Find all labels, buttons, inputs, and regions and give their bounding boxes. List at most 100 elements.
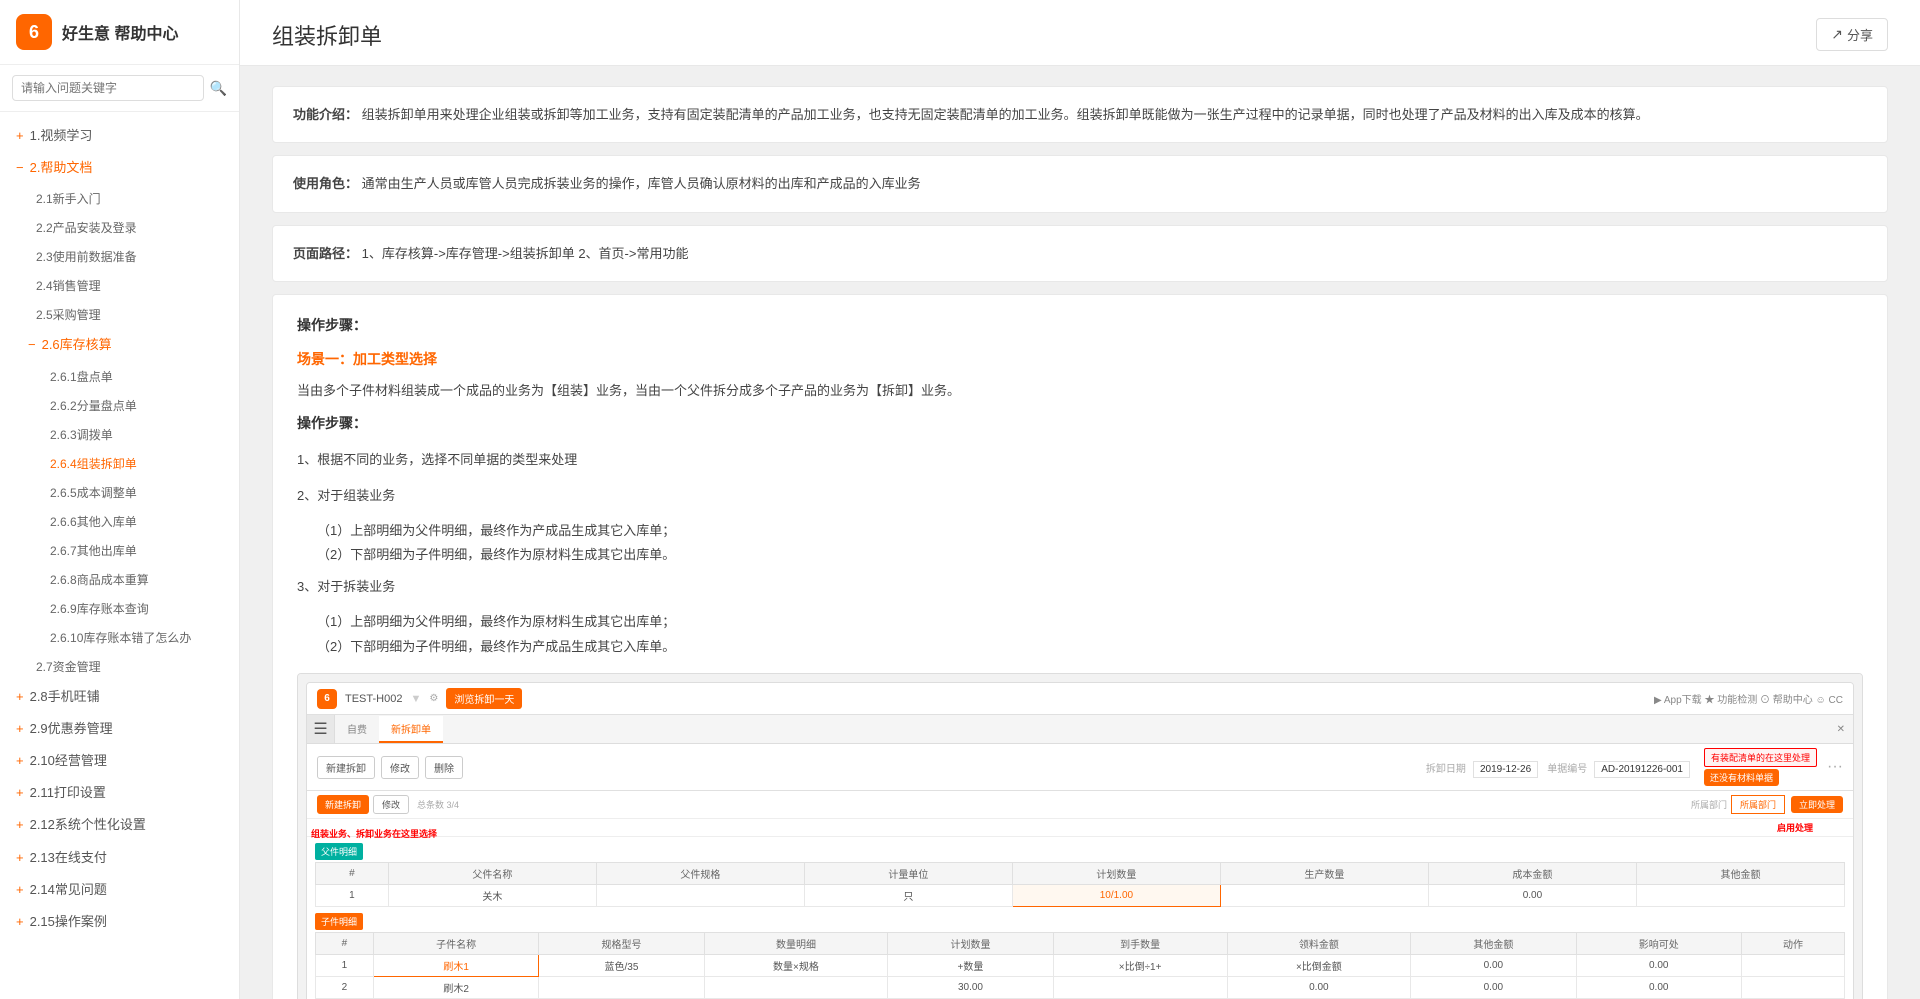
app-logo-icon: 6	[16, 14, 52, 50]
lower-table-label: 子件明细	[315, 913, 363, 930]
mini-tab-zifei[interactable]: 自费	[335, 716, 379, 743]
search-input[interactable]	[12, 75, 204, 101]
date-label: 拆卸日期	[1426, 764, 1466, 775]
sidebar-item-online-pay[interactable]: + 2.13在线支付	[0, 842, 239, 874]
sidebar-item-cases[interactable]: + 2.15操作案例	[0, 906, 239, 938]
lower-r2-name: 刷木2	[373, 977, 538, 999]
annotation1-btn[interactable]: 还没有材料单据	[1704, 769, 1779, 786]
upper-cell-other	[1636, 885, 1844, 907]
path-block: 页面路径： 1、库存核算->库存管理->组装拆卸单 2、首页->常用功能	[272, 225, 1888, 282]
lower-th-8: 影响可处	[1576, 933, 1741, 955]
lower-table-wrap: # 子件名称 规格型号 数量明细 计划数量 到手数量 领料金额 其他金额 影响可	[307, 932, 1853, 999]
screenshot-container: 6 TEST-H002 ▼ ⚙ 浏览拆卸一天 ▶ App下载 ★ 功能检测 ⊙ …	[297, 673, 1863, 999]
upper-cell-spec	[596, 885, 804, 907]
sidebar-item-new[interactable]: 2.1新手入门	[0, 184, 239, 213]
num-label: 单据编号	[1547, 764, 1587, 775]
sidebar-item-goods-cost[interactable]: 2.6.8商品成本重算	[0, 565, 239, 594]
mini-count-val: 3/4	[447, 800, 460, 810]
sidebar-item-other-out[interactable]: 2.6.7其他出库单	[0, 536, 239, 565]
sidebar-item-adjust[interactable]: 2.6.3调拨单	[0, 420, 239, 449]
dept-val: 所属部门	[1731, 795, 1785, 814]
sidebar-item-purchase[interactable]: 2.5采购管理	[0, 300, 239, 329]
action-btn[interactable]: 立即处理	[1791, 796, 1843, 813]
lower-th-7: 其他金额	[1411, 933, 1576, 955]
sidebar-item-docs[interactable]: − 2.帮助文档	[0, 152, 239, 184]
mini-new-btn[interactable]: 新建拆卸	[317, 756, 375, 779]
sidebar-item-partial[interactable]: 2.6.2分量盘点单	[0, 391, 239, 420]
sidebar-item-assembly[interactable]: 2.6.4组装拆卸单	[0, 449, 239, 478]
sidebar-item-label: 2.6库存核算	[42, 336, 112, 354]
mini-type-btns: 新建拆卸 修改	[317, 795, 409, 814]
mini-type-assemble[interactable]: 新建拆卸	[317, 795, 369, 814]
sidebar-item-sales[interactable]: 2.4销售管理	[0, 271, 239, 300]
search-box[interactable]: 🔍	[0, 65, 239, 112]
mini-close-icon[interactable]: ✕	[1829, 724, 1853, 735]
sidebar-item-label: 2.13在线支付	[30, 849, 107, 867]
upper-cell-num: 1	[316, 885, 389, 907]
mini-sidebar-icon[interactable]: ☰	[307, 715, 335, 743]
ops-title: 操作步骤：	[297, 315, 1863, 335]
content-area: 功能介绍： 组装拆卸单用来处理企业组装或拆卸等加工业务，支持有固定装配清单的产品…	[240, 66, 1920, 999]
sidebar-item-data[interactable]: 2.3使用前数据准备	[0, 242, 239, 271]
annotation1-bubble: 有装配清单的在这里处理 还没有材料单据	[1704, 748, 1817, 786]
expand-icon: +	[16, 881, 24, 899]
lower-r2-cost: 0.00	[1227, 977, 1411, 999]
ops-steps-title: 操作步骤：	[297, 413, 1863, 433]
upper-cell-plan: 10/1.00	[1012, 885, 1220, 907]
lower-th-3: 数量明细	[704, 933, 888, 955]
sidebar-item-mobile[interactable]: + 2.8手机旺铺	[0, 681, 239, 713]
sidebar-item-video[interactable]: + 1.视频学习	[0, 120, 239, 152]
sidebar-item-label: 1.视频学习	[30, 127, 93, 145]
mini-browse-btn[interactable]: 浏览拆卸一天	[446, 688, 522, 709]
func-intro-block: 功能介绍： 组装拆卸单用来处理企业组装或拆卸等加工业务，支持有固定装配清单的产品…	[272, 86, 1888, 143]
role-text: 通常由生产人员或库管人员完成拆装业务的操作，库管人员确认原材料的出库和产成品的入…	[362, 176, 921, 191]
sidebar-item-other-in[interactable]: 2.6.6其他入库单	[0, 507, 239, 536]
lower-r1-spec: 蓝色/35	[539, 955, 704, 977]
share-icon: ↗	[1831, 26, 1843, 43]
sidebar-item-stock-error[interactable]: 2.6.10库存账本错了怎么办	[0, 623, 239, 652]
sidebar-item-custom[interactable]: + 2.12系统个性化设置	[0, 809, 239, 841]
mini-delete-btn[interactable]: 删除	[425, 756, 463, 779]
lower-th-6: 领料金额	[1227, 933, 1411, 955]
sidebar-item-label: 2.8手机旺铺	[30, 688, 100, 706]
sidebar-item-label: 2.11打印设置	[30, 784, 106, 802]
lower-table: # 子件名称 规格型号 数量明细 计划数量 到手数量 领料金额 其他金额 影响可	[315, 932, 1845, 999]
sidebar-item-stocktake[interactable]: 2.6.1盘点单	[0, 362, 239, 391]
sidebar-item-cost[interactable]: 2.6.5成本调整单	[0, 478, 239, 507]
upper-th-6: 成本金额	[1428, 863, 1636, 885]
main-content: 组装拆卸单 ↗ 分享 功能介绍： 组装拆卸单用来处理企业组装或拆卸等加工业务，支…	[240, 0, 1920, 999]
lower-r2-plan: 30.00	[888, 977, 1053, 999]
collapse-icon: −	[16, 159, 24, 177]
lower-r1-action	[1741, 955, 1844, 977]
search-button[interactable]: 🔍	[210, 80, 227, 97]
sidebar-item-coupon[interactable]: + 2.9优惠券管理	[0, 713, 239, 745]
lower-r1-name: 刷木1	[373, 955, 538, 977]
lower-r1-plan: +数量	[888, 955, 1053, 977]
mini-count-label: 总条数 3/4	[417, 798, 459, 811]
scenario1-title: 场景一：加工类型选择	[297, 349, 1863, 369]
scenario1-desc: 当由多个子件材料组装成一个成品的业务为【组装】业务，当由一个父件拆分成多个子产品…	[297, 379, 1863, 402]
sidebar-item-operation[interactable]: + 2.10经营管理	[0, 745, 239, 777]
sidebar-item-finance[interactable]: 2.7资金管理	[0, 652, 239, 681]
expand-icon: +	[16, 127, 24, 145]
sidebar-item-install[interactable]: 2.2产品安装及登录	[0, 213, 239, 242]
mini-topbar-links: ▶ App下载 ★ 功能检测 ⊙ 帮助中心 ☺ CC	[1654, 691, 1843, 706]
upper-cell-unit: 只	[804, 885, 1012, 907]
path-text: 1、库存核算->库存管理->组装拆卸单 2、首页->常用功能	[362, 246, 689, 261]
mini-tab-new[interactable]: 新拆卸单	[379, 716, 443, 743]
sidebar-item-stock-check[interactable]: 2.6.9库存账本查询	[0, 594, 239, 623]
sidebar-item-faq[interactable]: + 2.14常见问题	[0, 874, 239, 906]
mini-type-disassemble[interactable]: 修改	[373, 795, 409, 814]
lower-th-4: 计划数量	[888, 933, 1053, 955]
main-header: 组装拆卸单 ↗ 分享	[240, 0, 1920, 66]
upper-table-label: 父件明细	[315, 843, 363, 860]
lower-r1-num: 1	[316, 955, 374, 977]
mini-edit-btn[interactable]: 修改	[381, 756, 419, 779]
share-button[interactable]: ↗ 分享	[1816, 18, 1888, 51]
app-brand: 好生意 帮助中心	[62, 20, 178, 44]
lower-r1-other: 0.00	[1411, 955, 1576, 977]
screenshot-wrap: 6 TEST-H002 ▼ ⚙ 浏览拆卸一天 ▶ App下载 ★ 功能检测 ⊙ …	[298, 674, 1862, 999]
sidebar-item-print[interactable]: + 2.11打印设置	[0, 777, 239, 809]
lower-r2-other: 0.00	[1411, 977, 1576, 999]
sidebar-item-inventory[interactable]: − 2.6库存核算	[0, 329, 239, 361]
